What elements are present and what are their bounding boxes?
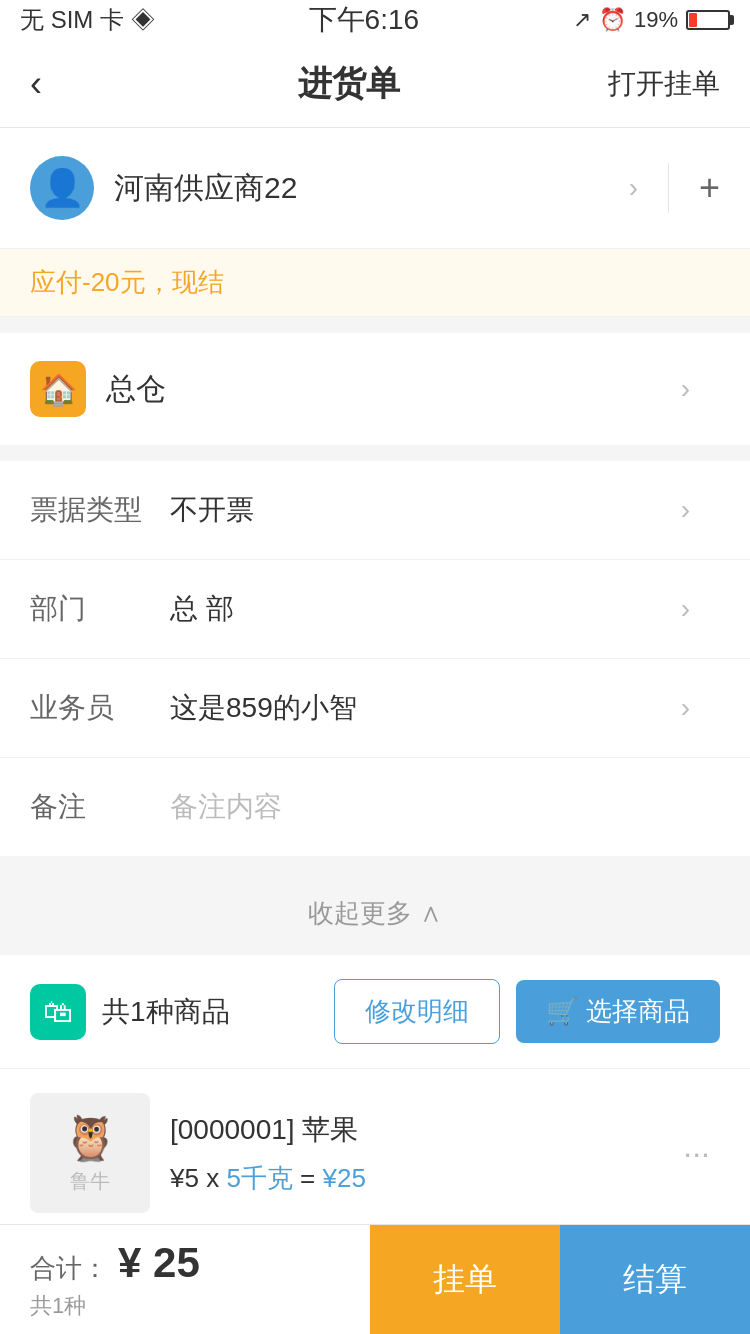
remark-row[interactable]: 备注 备注内容 (0, 758, 750, 856)
supplier-section: 👤 河南供应商22 › + 应付-20元，现结 (0, 128, 750, 317)
status-right: ↗ ⏰ 19% (573, 7, 730, 33)
goods-icon: 🛍 (43, 995, 73, 1029)
department-chevron-icon: › (681, 593, 690, 625)
select-product-icon: 🛒 (546, 996, 578, 1027)
total-amount: ¥ 25 (118, 1239, 200, 1287)
price-quantity: 5千克 (226, 1163, 292, 1193)
remark-label: 备注 (30, 788, 170, 826)
total-line: 合计： ¥ 25 (30, 1239, 340, 1287)
goods-count: 共1种商品 (102, 993, 334, 1031)
product-info: [0000001] 苹果 ¥5 x 5千克 = ¥25 (170, 1111, 673, 1196)
department-value: 总 部 (170, 590, 681, 628)
product-thumb-text: 鲁牛 (70, 1168, 110, 1195)
back-button[interactable]: ‹ (30, 63, 90, 105)
product-thumbnail: 🦉 鲁牛 (30, 1093, 150, 1213)
location-icon: ↗ (573, 7, 591, 33)
salesperson-chevron-icon: › (681, 692, 690, 724)
goods-header: 🛍 共1种商品 修改明细 🛒 选择商品 (0, 955, 750, 1069)
supplier-avatar: 👤 (30, 156, 94, 220)
product-price: ¥5 x 5千克 = ¥25 (170, 1161, 673, 1196)
goods-icon-wrap: 🛍 (30, 984, 86, 1040)
department-label: 部门 (30, 590, 170, 628)
divider (668, 163, 669, 213)
total-label: 合计： (30, 1251, 108, 1286)
warehouse-row[interactable]: 🏠 总仓 › (0, 333, 750, 445)
warehouse-icon-wrap: 🏠 (30, 361, 86, 417)
invoice-type-value: 不开票 (170, 491, 681, 529)
open-hang-button[interactable]: 打开挂单 (608, 65, 720, 103)
avatar-icon: 👤 (40, 167, 85, 209)
goods-section: 🛍 共1种商品 修改明细 🛒 选择商品 🦉 鲁牛 [0000001] 苹果 ¥5… (0, 955, 750, 1237)
supplier-notice: 应付-20元，现结 (0, 249, 750, 317)
price-total: ¥25 (322, 1163, 365, 1193)
product-thumb-icon: 🦉 (63, 1112, 118, 1164)
form-section: 票据类型 不开票 › 部门 总 部 › 业务员 这是859的小智 › 备注 备注… (0, 461, 750, 856)
modify-detail-button[interactable]: 修改明细 (334, 979, 500, 1044)
supplier-row[interactable]: 👤 河南供应商22 › + (0, 128, 750, 249)
battery-icon (686, 10, 730, 30)
add-supplier-button[interactable]: + (699, 167, 720, 209)
remark-value: 备注内容 (170, 788, 720, 826)
status-time: 下午6:16 (309, 1, 420, 39)
select-product-button[interactable]: 🛒 选择商品 (516, 980, 720, 1043)
status-bar: 无 SIM 卡 ◈ 下午6:16 ↗ ⏰ 19% (0, 0, 750, 40)
checkout-button[interactable]: 结算 (560, 1225, 750, 1335)
collapse-bar[interactable]: 收起更多 ∧ (0, 872, 750, 955)
price-equals: = (293, 1163, 323, 1193)
supplier-chevron-icon: › (629, 172, 638, 204)
select-product-label: 选择商品 (586, 994, 690, 1029)
supplier-name: 河南供应商22 (114, 168, 629, 209)
total-count: 共1种 (30, 1291, 340, 1321)
footer: 合计： ¥ 25 共1种 挂单 结算 (0, 1224, 750, 1334)
status-left: 无 SIM 卡 ◈ (20, 4, 155, 36)
warehouse-icon: 🏠 (40, 372, 77, 407)
battery-percent: 19% (634, 7, 678, 33)
warehouse-section: 🏠 总仓 › (0, 333, 750, 445)
warehouse-name: 总仓 (106, 369, 681, 410)
product-name: [0000001] 苹果 (170, 1111, 673, 1149)
product-row: 🦉 鲁牛 [0000001] 苹果 ¥5 x 5千克 = ¥25 ··· (0, 1069, 750, 1237)
salesperson-row[interactable]: 业务员 这是859的小智 › (0, 659, 750, 758)
warehouse-chevron-icon: › (681, 373, 690, 405)
product-more-button[interactable]: ··· (673, 1135, 720, 1172)
footer-total: 合计： ¥ 25 共1种 (0, 1239, 370, 1321)
hang-order-button[interactable]: 挂单 (370, 1225, 560, 1335)
salesperson-label: 业务员 (30, 689, 170, 727)
page-title: 进货单 (298, 61, 400, 107)
salesperson-value: 这是859的小智 (170, 689, 681, 727)
alarm-icon: ⏰ (599, 7, 626, 33)
price-base: ¥5 x (170, 1163, 226, 1193)
invoice-type-row[interactable]: 票据类型 不开票 › (0, 461, 750, 560)
battery-fill (689, 13, 697, 27)
invoice-chevron-icon: › (681, 494, 690, 526)
department-row[interactable]: 部门 总 部 › (0, 560, 750, 659)
nav-bar: ‹ 进货单 打开挂单 (0, 40, 750, 128)
invoice-type-label: 票据类型 (30, 491, 170, 529)
signal-text: 无 SIM 卡 ◈ (20, 4, 155, 36)
collapse-label: 收起更多 ∧ (308, 896, 441, 931)
content: 👤 河南供应商22 › + 应付-20元，现结 🏠 总仓 › 票据类型 不开票 … (0, 128, 750, 1334)
